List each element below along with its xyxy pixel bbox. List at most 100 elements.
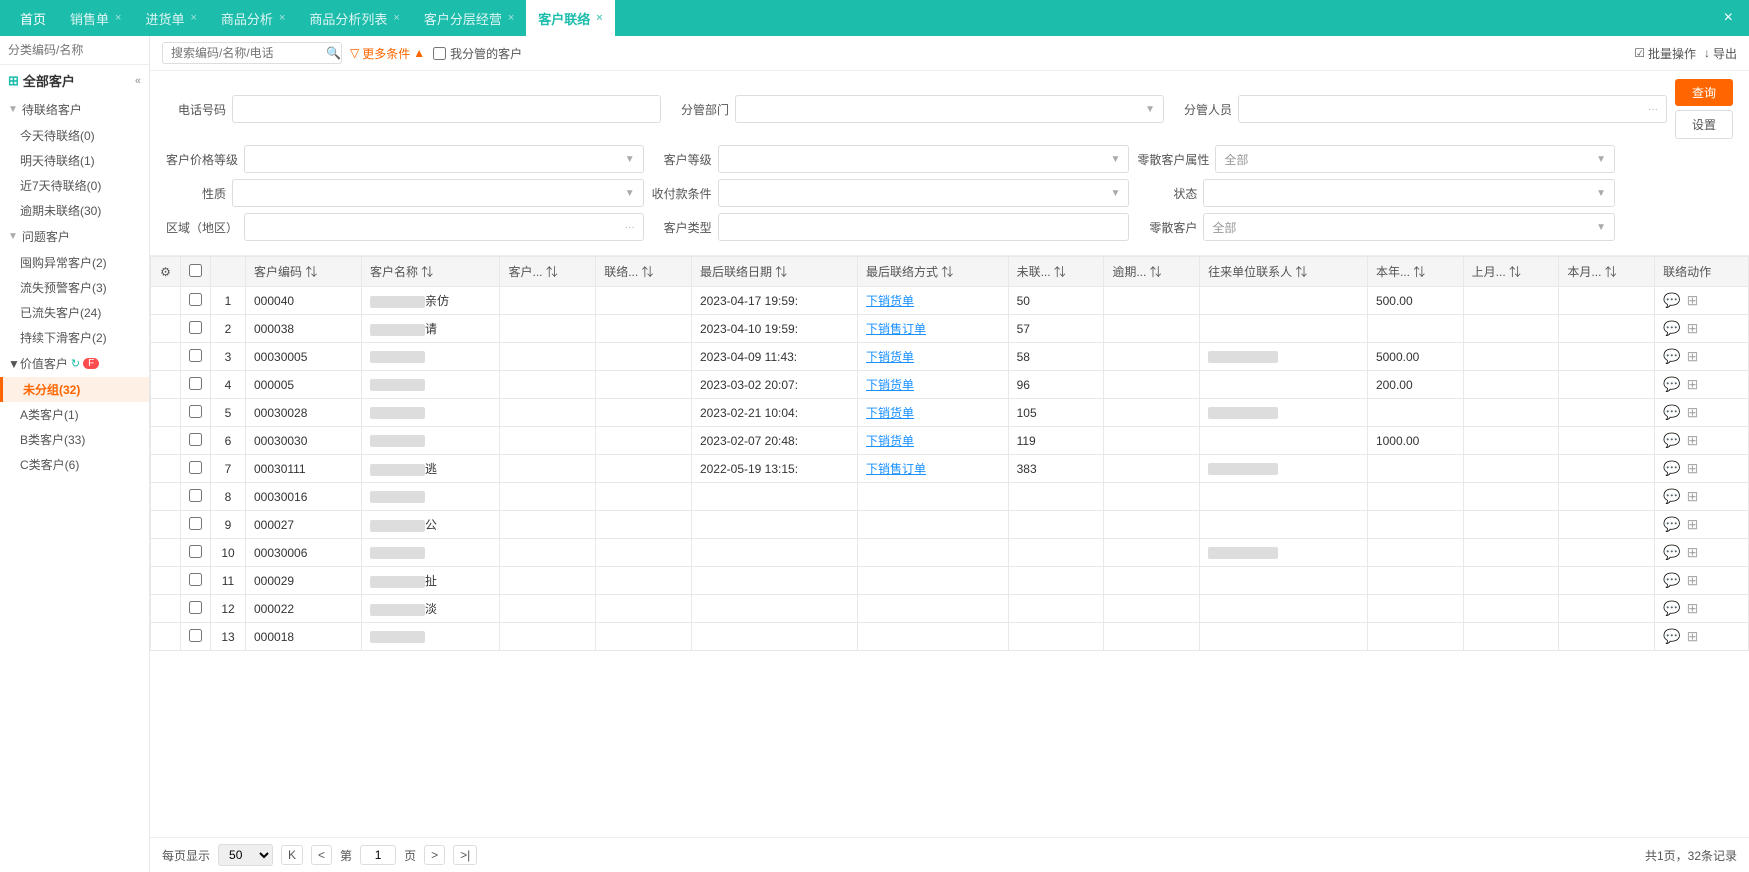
row-action[interactable]: 💬 ⊞ [1655,287,1749,315]
chat-icon[interactable]: 💬 [1663,292,1680,309]
chat-icon[interactable]: 💬 [1663,628,1680,645]
sidebar-item-class-c[interactable]: C类客户(6) [0,452,149,477]
tab-close-customer-segment[interactable]: × [508,12,514,24]
row-name[interactable]: 请 [361,315,500,343]
tab-product-analysis[interactable]: 商品分析 × [209,0,297,36]
row-name[interactable]: 公 [361,511,500,539]
th-customer-type[interactable]: 客户... ⇅ [500,257,596,287]
sidebar-all-customers[interactable]: ⊞ 全部客户 « [0,65,149,96]
row-name[interactable]: 逃 [361,455,500,483]
dept-input[interactable]: ▼ [735,95,1164,123]
row-checkbox[interactable] [181,595,211,623]
th-last-contact-method[interactable]: 最后联络方式 ⇅ [858,257,1009,287]
row-last-contact-method[interactable] [858,623,1009,651]
status-input[interactable]: ▼ [1203,179,1615,207]
chat-icon[interactable]: 💬 [1663,404,1680,421]
row-action[interactable]: 💬 ⊞ [1655,567,1749,595]
row-checkbox[interactable] [181,483,211,511]
tab-close-product-analysis[interactable]: × [279,12,285,24]
more-action-icon[interactable]: ⊞ [1687,404,1699,421]
more-action-icon[interactable]: ⊞ [1687,600,1699,617]
filter-search-box[interactable]: 🔍 [162,42,342,64]
row-last-contact-method[interactable]: 下销售订单 [858,315,1009,343]
tab-close-product-analysis-list[interactable]: × [393,12,399,24]
sidebar-item-declining[interactable]: 持续下滑客户(2) [0,325,149,350]
my-customer-checkbox[interactable] [433,47,446,60]
row-action[interactable]: 💬 ⊞ [1655,511,1749,539]
row-checkbox[interactable] [181,315,211,343]
more-conditions-btn[interactable]: ▽ 更多条件 ▲ [350,45,425,62]
row-last-contact-method[interactable]: 下销货单 [858,287,1009,315]
last-page-button[interactable]: >| [453,845,477,865]
chat-icon[interactable]: 💬 [1663,488,1680,505]
refresh-icon[interactable]: ↻ [71,357,80,370]
th-this-month[interactable]: 本月... ⇅ [1559,257,1655,287]
sidebar-item-hoarding-abnormal[interactable]: 囤购异常客户(2) [0,250,149,275]
sidebar-item-today-pending[interactable]: 今天待联络(0) [0,123,149,148]
first-page-button[interactable]: K [281,845,303,865]
row-last-contact-method[interactable]: 下销货单 [858,427,1009,455]
more-action-icon[interactable]: ⊞ [1687,516,1699,533]
tab-home[interactable]: 首页 [8,0,58,36]
sidebar-item-churned[interactable]: 已流失客户(24) [0,300,149,325]
filter-search-icon[interactable]: 🔍 [326,46,341,60]
tab-close-customer-contact[interactable]: × [596,12,602,24]
chat-icon[interactable]: 💬 [1663,348,1680,365]
reset-button[interactable]: 设置 [1675,110,1733,139]
retail-attr-input[interactable]: 全部▼ [1215,145,1615,173]
chat-icon[interactable]: 💬 [1663,376,1680,393]
my-customer-checkbox-group[interactable]: 我分管的客户 [433,45,522,62]
th-last-contact-date[interactable]: 最后联络日期 ⇅ [691,257,857,287]
chat-icon[interactable]: 💬 [1663,460,1680,477]
row-checkbox[interactable] [181,371,211,399]
row-action[interactable]: 💬 ⊞ [1655,315,1749,343]
price-level-input[interactable]: ▼ [244,145,644,173]
phone-input[interactable] [232,95,661,123]
sidebar-item-class-a[interactable]: A类客户(1) [0,402,149,427]
row-name[interactable] [361,399,500,427]
sidebar-group-problem[interactable]: ▼ 问题客户 [0,223,149,250]
payment-input[interactable]: ▼ [718,179,1130,207]
more-action-icon[interactable]: ⊞ [1687,628,1699,645]
more-action-icon[interactable]: ⊞ [1687,320,1699,337]
chat-icon[interactable]: 💬 [1663,600,1680,617]
sidebar-item-class-b[interactable]: B类客户(33) [0,427,149,452]
tab-close-sales[interactable]: × [115,12,121,24]
row-checkbox[interactable] [181,623,211,651]
tab-sales[interactable]: 销售单 × [58,0,133,36]
row-name[interactable]: 扯 [361,567,500,595]
tab-product-analysis-list[interactable]: 商品分析列表 × [297,0,411,36]
more-action-icon[interactable]: ⊞ [1687,348,1699,365]
row-last-contact-method[interactable]: 下销货单 [858,343,1009,371]
th-overdue[interactable]: 逾期... ⇅ [1104,257,1200,287]
row-checkbox[interactable] [181,343,211,371]
sidebar-item-tomorrow-pending[interactable]: 明天待联络(1) [0,148,149,173]
chat-icon[interactable]: 💬 [1663,320,1680,337]
customer-type-input[interactable] [718,213,1130,241]
row-name[interactable] [361,483,500,511]
more-action-icon[interactable]: ⊞ [1687,376,1699,393]
sidebar-search-input[interactable] [8,43,150,57]
th-checkbox[interactable] [181,257,211,287]
batch-op-button[interactable]: ☑ 批量操作 [1634,45,1696,62]
row-name[interactable] [361,539,500,567]
row-last-contact-method[interactable] [858,595,1009,623]
sidebar-collapse-icon[interactable]: « [135,75,141,87]
nature-input[interactable]: ▼ [232,179,644,207]
row-action[interactable]: 💬 ⊞ [1655,539,1749,567]
row-checkbox[interactable] [181,287,211,315]
row-last-contact-method[interactable]: 下销售订单 [858,455,1009,483]
sidebar-group-value[interactable]: ▼ 价值客户 ↻ F [0,350,149,377]
th-this-year[interactable]: 本年... ⇅ [1367,257,1463,287]
row-checkbox[interactable] [181,427,211,455]
row-checkbox[interactable] [181,539,211,567]
row-action[interactable]: 💬 ⊞ [1655,455,1749,483]
row-name[interactable] [361,427,500,455]
row-name[interactable]: 亲仿 [361,287,500,315]
row-action[interactable]: 💬 ⊞ [1655,483,1749,511]
next-page-button[interactable]: > [424,845,445,865]
row-action[interactable]: 💬 ⊞ [1655,427,1749,455]
window-close-button[interactable]: × [1716,9,1741,27]
retail-customer-input[interactable]: 全部▼ [1203,213,1615,241]
th-last-month[interactable]: 上月... ⇅ [1463,257,1559,287]
